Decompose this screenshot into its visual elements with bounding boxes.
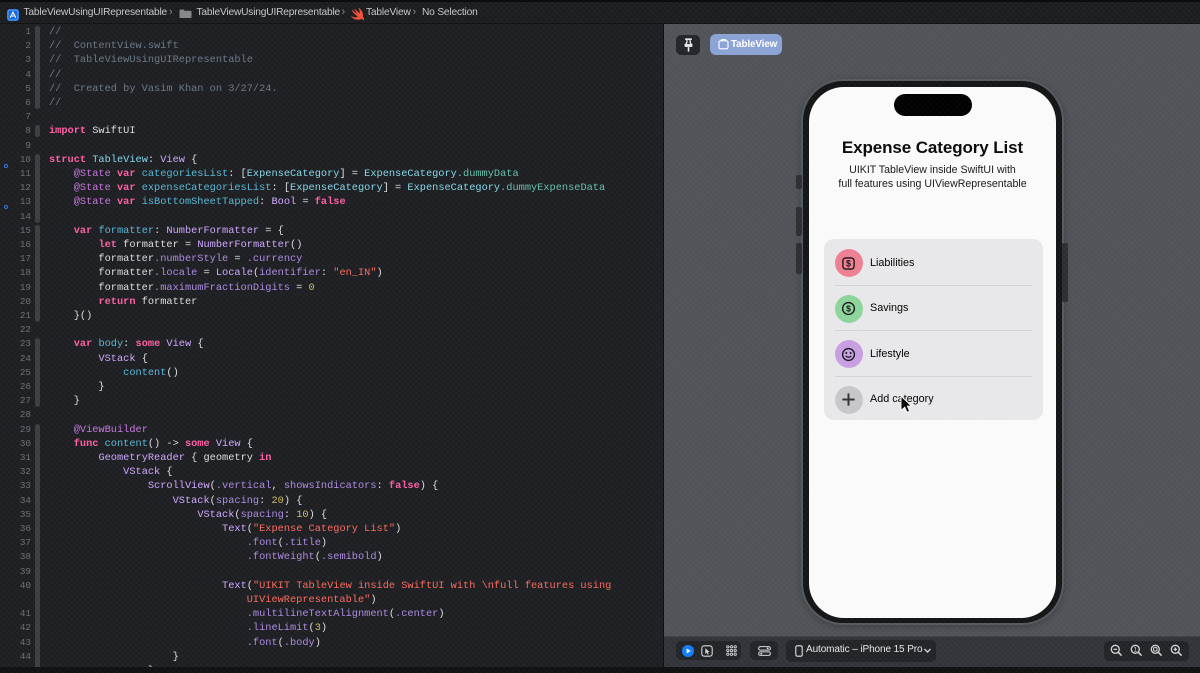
svg-text:$: $ xyxy=(846,258,851,268)
svg-text:1: 1 xyxy=(1133,647,1137,654)
svg-text:$: $ xyxy=(846,304,851,314)
